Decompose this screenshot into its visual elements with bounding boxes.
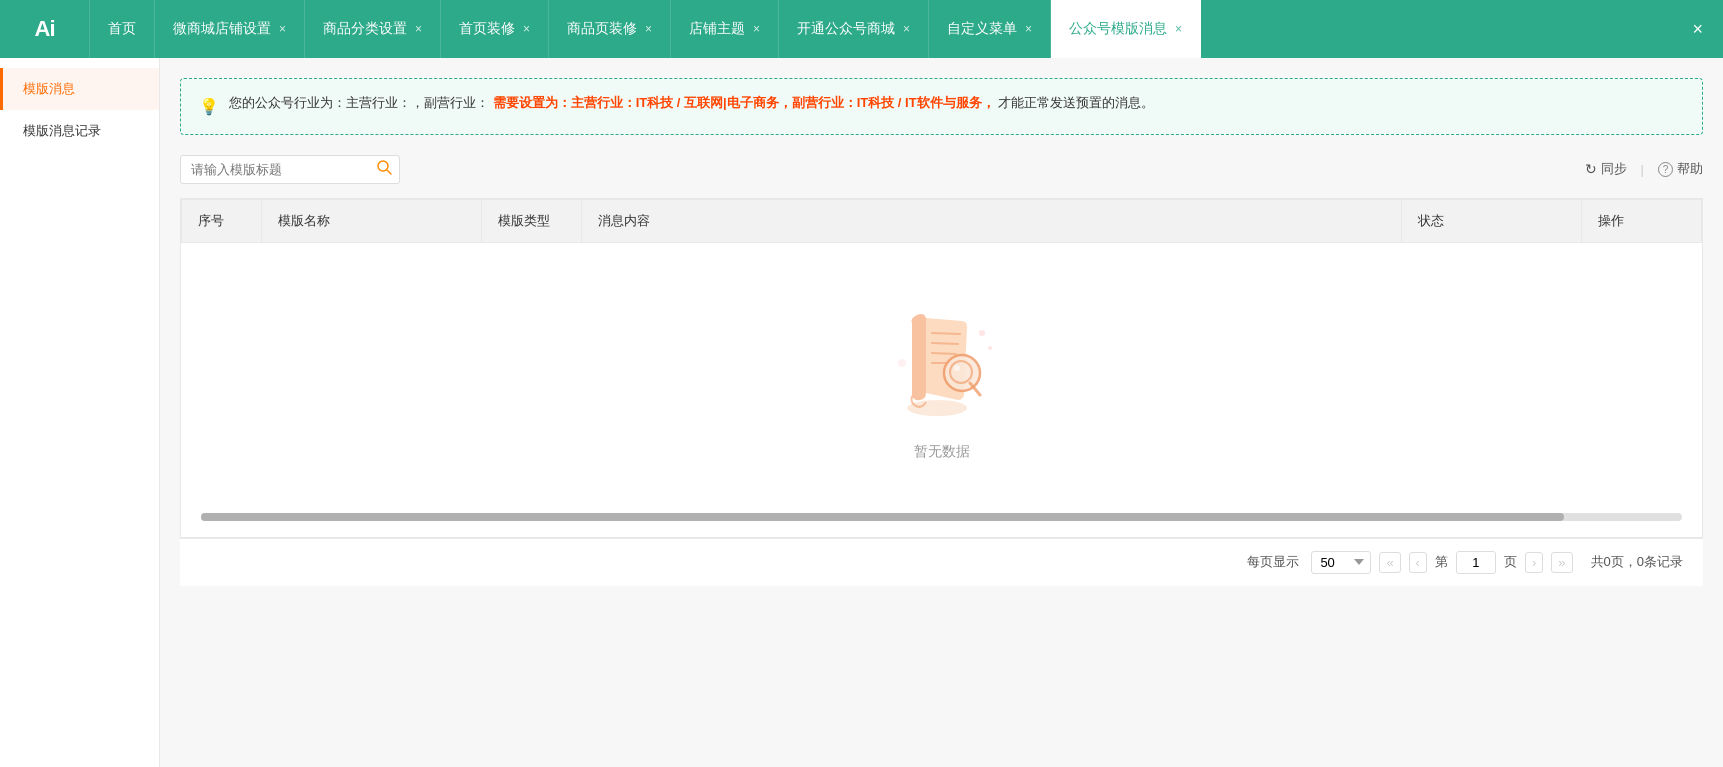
svg-point-11 [979, 330, 985, 336]
search-input-wrap [180, 155, 400, 184]
per-page-label: 每页显示 [1247, 553, 1299, 571]
sidebar: 模版消息 模版消息记录 [0, 58, 160, 767]
alert-icon: 💡 [199, 94, 219, 120]
page-input[interactable] [1456, 551, 1496, 574]
last-page-button[interactable]: » [1551, 552, 1572, 573]
nav-template-msg[interactable]: 公众号模版消息 × [1051, 0, 1201, 58]
nav-open-mall[interactable]: 开通公众号商城 × [779, 0, 929, 58]
scroll-track-container [181, 501, 1702, 537]
search-right: ↻ 同步 | ? 帮助 [1585, 160, 1703, 178]
nav-close-store-theme[interactable]: × [753, 22, 760, 36]
main-layout: 模版消息 模版消息记录 💡 您的公众号行业为：主营行业：，副营行业： 需要设置为… [0, 58, 1723, 767]
data-table: 序号 模版名称 模版类型 消息内容 状态 操作 [181, 199, 1702, 243]
per-page-select[interactable]: 50 10 20 100 [1311, 551, 1371, 574]
nav-home[interactable]: 首页 [90, 0, 155, 58]
nav-product-category[interactable]: 商品分类设置 × [305, 0, 441, 58]
search-left [180, 155, 400, 184]
col-status: 状态 [1402, 199, 1582, 242]
svg-point-2 [907, 400, 967, 416]
content-area: 💡 您的公众号行业为：主营行业：，副营行业： 需要设置为：主营行业：IT科技 /… [160, 58, 1723, 767]
col-content: 消息内容 [582, 199, 1402, 242]
svg-line-3 [932, 333, 960, 334]
first-page-button[interactable]: « [1379, 552, 1400, 573]
empty-text: 暂无数据 [914, 443, 970, 461]
help-button[interactable]: ? 帮助 [1658, 160, 1703, 178]
svg-point-13 [898, 359, 906, 367]
search-input[interactable] [180, 155, 400, 184]
col-type: 模版类型 [482, 199, 582, 242]
empty-illustration [882, 303, 1002, 423]
col-name: 模版名称 [262, 199, 482, 242]
svg-point-10 [954, 365, 960, 371]
nav-close-custom-menu[interactable]: × [1025, 22, 1032, 36]
col-action: 操作 [1582, 199, 1702, 242]
svg-line-5 [932, 353, 956, 354]
scroll-thumb[interactable] [201, 513, 1564, 521]
svg-line-4 [932, 343, 958, 344]
nav-close-home-decor[interactable]: × [523, 22, 530, 36]
nav-close-open-mall[interactable]: × [903, 22, 910, 36]
nav-wechat-store[interactable]: 微商城店铺设置 × [155, 0, 305, 58]
nav-product-decor[interactable]: 商品页装修 × [549, 0, 671, 58]
search-icon [377, 160, 392, 175]
nav-close-wechat-store[interactable]: × [279, 22, 286, 36]
top-navigation: Ai 首页 微商城店铺设置 × 商品分类设置 × 首页装修 × 商品页装修 × … [0, 0, 1723, 58]
nav-home-decor[interactable]: 首页装修 × [441, 0, 549, 58]
close-all-tabs-button[interactable]: × [1672, 19, 1723, 40]
nav-close-product-category[interactable]: × [415, 22, 422, 36]
page-unit: 页 [1504, 553, 1517, 571]
col-seq: 序号 [182, 199, 262, 242]
nav-store-theme[interactable]: 店铺主题 × [671, 0, 779, 58]
table-wrapper: 序号 模版名称 模版类型 消息内容 状态 操作 [180, 198, 1703, 538]
nav-close-product-decor[interactable]: × [645, 22, 652, 36]
sidebar-item-template-msg[interactable]: 模版消息 [0, 68, 159, 110]
help-icon: ? [1658, 162, 1673, 177]
horizontal-scrollbar[interactable] [201, 513, 1682, 521]
app-logo: Ai [0, 0, 90, 58]
empty-svg [882, 303, 1002, 423]
empty-state: 暂无数据 [181, 243, 1702, 501]
search-bar: ↻ 同步 | ? 帮助 [180, 155, 1703, 184]
nav-custom-menu[interactable]: 自定义菜单 × [929, 0, 1051, 58]
next-page-button[interactable]: › [1525, 552, 1543, 573]
svg-line-1 [387, 170, 391, 174]
page-label: 第 [1435, 553, 1448, 571]
industry-alert: 💡 您的公众号行业为：主营行业：，副营行业： 需要设置为：主营行业：IT科技 /… [180, 78, 1703, 135]
nav-close-template-msg[interactable]: × [1175, 22, 1182, 36]
sidebar-item-template-record[interactable]: 模版消息记录 [0, 110, 159, 152]
search-button[interactable] [377, 160, 392, 178]
total-info: 共0页，0条记录 [1591, 553, 1683, 571]
pagination-bar: 每页显示 50 10 20 100 « ‹ 第 页 › » 共0页，0条记录 [180, 538, 1703, 586]
sync-icon: ↻ [1585, 161, 1597, 177]
sync-button[interactable]: ↻ 同步 [1585, 160, 1627, 178]
prev-page-button[interactable]: ‹ [1409, 552, 1427, 573]
divider: | [1641, 162, 1644, 177]
table-header-row: 序号 模版名称 模版类型 消息内容 状态 操作 [182, 199, 1702, 242]
svg-point-12 [988, 346, 992, 350]
